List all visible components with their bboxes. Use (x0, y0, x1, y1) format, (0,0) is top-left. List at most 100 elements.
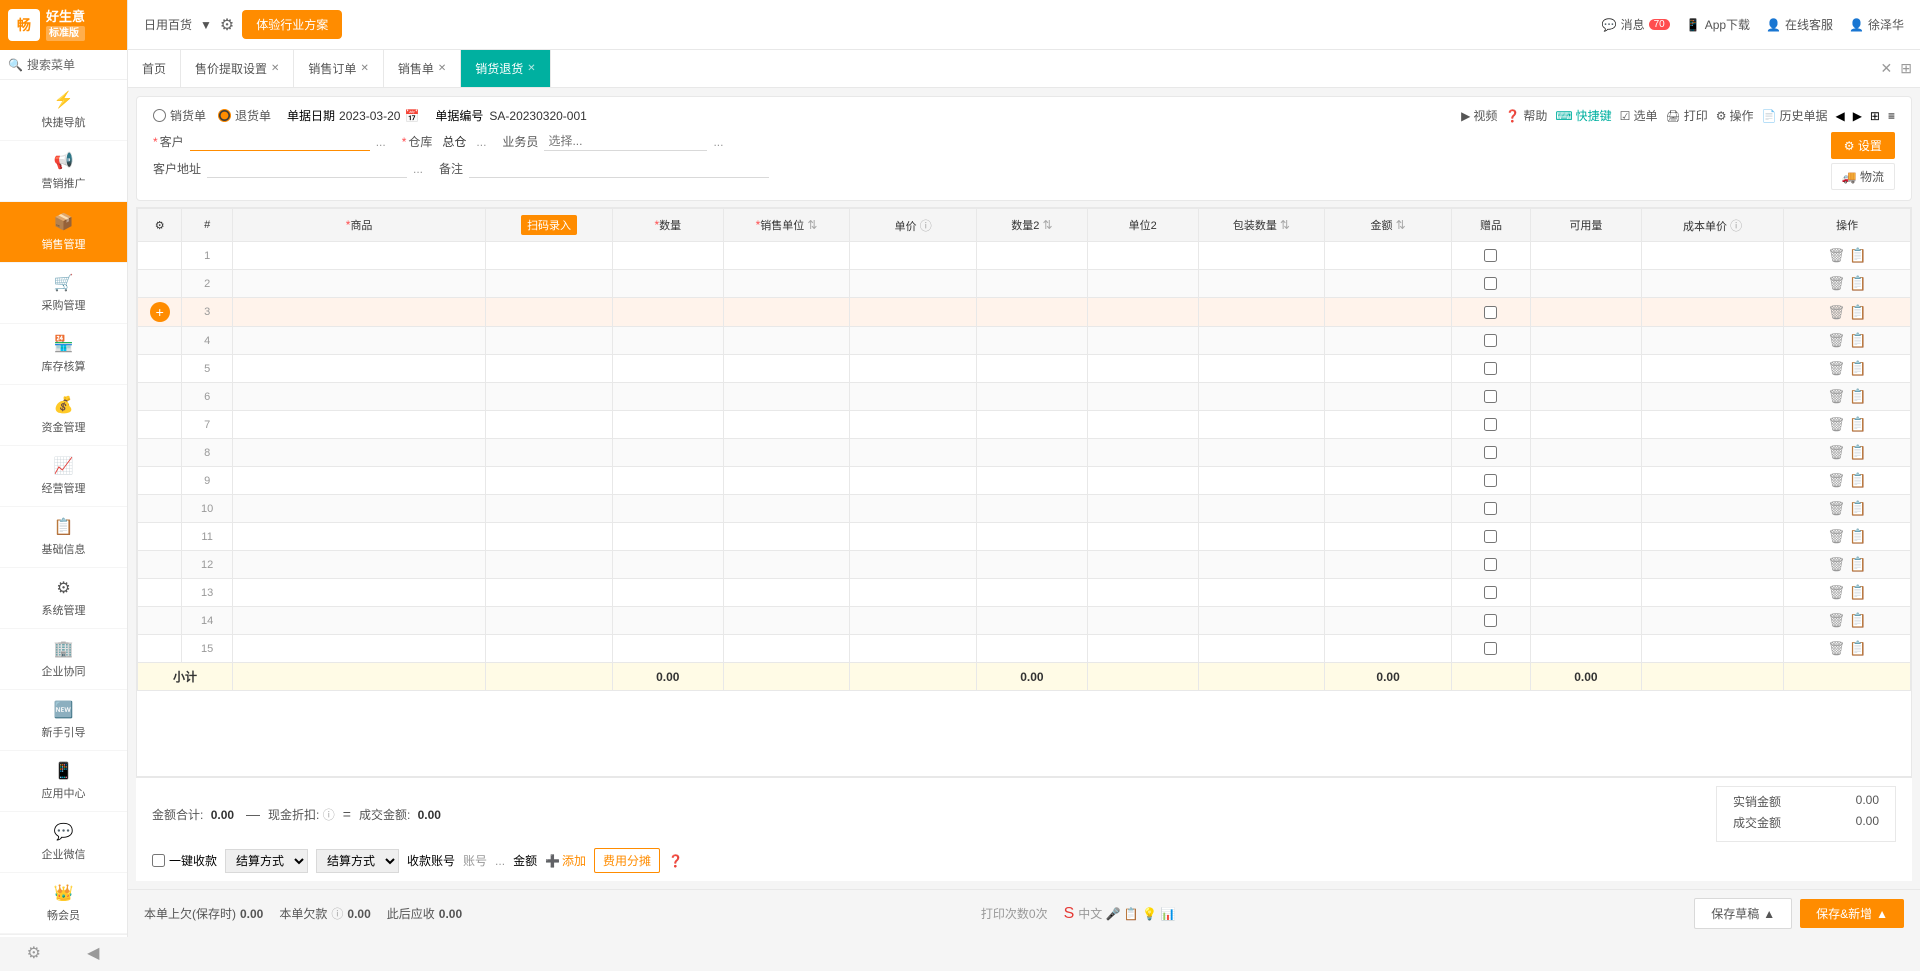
scan-input-button[interactable]: 扫码录入 (521, 215, 577, 235)
next-record-btn[interactable]: ▶ (1853, 109, 1862, 123)
row-qty[interactable] (612, 411, 723, 439)
operation-btn[interactable]: ⚙ 操作 (1716, 107, 1754, 124)
tab-sale-return[interactable]: 销货退货 ✕ (461, 50, 550, 88)
sidebar-item-apps[interactable]: 📱 应用中心 (0, 751, 127, 812)
row-gift[interactable] (1451, 467, 1530, 495)
row-qty2[interactable] (976, 467, 1087, 495)
fee-split-btn[interactable]: 费用分摊 (594, 848, 660, 873)
sidebar-item-member[interactable]: 👑 畅会员 (0, 873, 127, 934)
delete-icon[interactable]: 🗑 (1828, 275, 1846, 292)
sidebar-item-guide[interactable]: 🆕 新手引导 (0, 690, 127, 751)
row-pack-qty[interactable] (1198, 242, 1325, 270)
row-unit[interactable] (723, 607, 850, 635)
copy-icon[interactable]: 📋 (1849, 640, 1866, 657)
row-unit2[interactable] (1087, 523, 1198, 551)
row-unit[interactable] (723, 579, 850, 607)
tab-sale-price-close[interactable]: ✕ (271, 63, 279, 74)
row-pack-qty[interactable] (1198, 355, 1325, 383)
user-menu[interactable]: 👤 徐泽华 (1849, 16, 1904, 33)
row-unit[interactable] (723, 411, 850, 439)
row-amount[interactable] (1325, 439, 1452, 467)
row-gift[interactable] (1451, 607, 1530, 635)
row-gift[interactable] (1451, 327, 1530, 355)
row-price[interactable] (850, 242, 977, 270)
row-price[interactable] (850, 523, 977, 551)
row-goods[interactable] (232, 523, 485, 551)
row-qty[interactable] (612, 355, 723, 383)
cash-discount-help[interactable]: ⓘ (323, 808, 335, 822)
print-btn[interactable]: 🖨 打印 (1665, 107, 1707, 124)
delete-icon[interactable]: 🗑 (1828, 304, 1846, 321)
row-qty2[interactable] (976, 579, 1087, 607)
copy-icon[interactable]: 📋 (1849, 584, 1866, 601)
radio-sale-input[interactable] (153, 109, 166, 122)
row-amount[interactable] (1325, 635, 1452, 663)
row-goods[interactable] (232, 383, 485, 411)
copy-icon[interactable]: 📋 (1849, 332, 1866, 349)
customer-input[interactable] (190, 132, 370, 151)
row-unit[interactable] (723, 270, 850, 298)
row-unit2[interactable] (1087, 383, 1198, 411)
row-qty[interactable] (612, 270, 723, 298)
sidebar-item-wechat[interactable]: 💬 企业微信 (0, 812, 127, 873)
row-unit[interactable] (723, 439, 850, 467)
gift-checkbox[interactable] (1484, 334, 1497, 347)
row-pack-qty[interactable] (1198, 270, 1325, 298)
row-gift[interactable] (1451, 242, 1530, 270)
copy-icon[interactable]: 📋 (1849, 388, 1866, 405)
row-unit2[interactable] (1087, 270, 1198, 298)
gift-checkbox[interactable] (1484, 418, 1497, 431)
save-new-button[interactable]: 保存&新增 ▲ (1800, 899, 1904, 928)
row-unit2[interactable] (1087, 242, 1198, 270)
row-goods[interactable] (232, 635, 485, 663)
gift-checkbox[interactable] (1484, 586, 1497, 599)
tab-sale-return-close[interactable]: ✕ (527, 63, 535, 74)
sidebar-item-enterprise[interactable]: 🏢 企业协同 (0, 629, 127, 690)
row-qty2[interactable] (976, 270, 1087, 298)
row-gift[interactable] (1451, 551, 1530, 579)
row-qty[interactable] (612, 635, 723, 663)
row-unit2[interactable] (1087, 298, 1198, 327)
gift-checkbox[interactable] (1484, 390, 1497, 403)
sidebar-settings-btn[interactable]: ⚙ (8, 943, 60, 963)
delete-icon[interactable]: 🗑 (1828, 444, 1846, 461)
row-unit2[interactable] (1087, 579, 1198, 607)
row-price[interactable] (850, 439, 977, 467)
row-gift[interactable] (1451, 523, 1530, 551)
category-dropdown-icon[interactable]: ▼ (200, 18, 212, 32)
row-qty2[interactable] (976, 411, 1087, 439)
row-unit[interactable] (723, 383, 850, 411)
sidebar-item-basic[interactable]: 📋 基础信息 (0, 507, 127, 568)
row-qty[interactable] (612, 383, 723, 411)
delete-icon[interactable]: 🗑 (1828, 360, 1846, 377)
row-goods[interactable] (232, 579, 485, 607)
gift-checkbox[interactable] (1484, 446, 1497, 459)
fee-help-icon[interactable]: ❓ (668, 854, 683, 868)
row-goods[interactable] (232, 242, 485, 270)
row-qty2[interactable] (976, 607, 1087, 635)
row-goods[interactable] (232, 355, 485, 383)
delete-icon[interactable]: 🗑 (1828, 388, 1846, 405)
tab-expand[interactable]: ⊞ (1900, 60, 1912, 77)
delete-icon[interactable]: 🗑 (1828, 584, 1846, 601)
gift-checkbox[interactable] (1484, 277, 1497, 290)
row-qty2[interactable] (976, 439, 1087, 467)
row-amount[interactable] (1325, 327, 1452, 355)
row-goods[interactable] (232, 327, 485, 355)
row-price[interactable] (850, 495, 977, 523)
gift-checkbox[interactable] (1484, 306, 1497, 319)
row-unit2[interactable] (1087, 327, 1198, 355)
copy-icon[interactable]: 📋 (1849, 528, 1866, 545)
row-amount[interactable] (1325, 551, 1452, 579)
sidebar-search[interactable]: 🔍 搜索菜单 (0, 50, 127, 80)
row-qty[interactable] (612, 523, 723, 551)
row-qty[interactable] (612, 551, 723, 579)
address-dots[interactable]: ... (413, 162, 423, 176)
row-pack-qty[interactable] (1198, 495, 1325, 523)
row-pack-qty[interactable] (1198, 551, 1325, 579)
delete-icon[interactable]: 🗑 (1828, 528, 1846, 545)
gift-checkbox[interactable] (1484, 502, 1497, 515)
app-download-btn[interactable]: 📱 App下载 (1686, 16, 1750, 33)
row-amount[interactable] (1325, 383, 1452, 411)
row-qty2[interactable] (976, 355, 1087, 383)
